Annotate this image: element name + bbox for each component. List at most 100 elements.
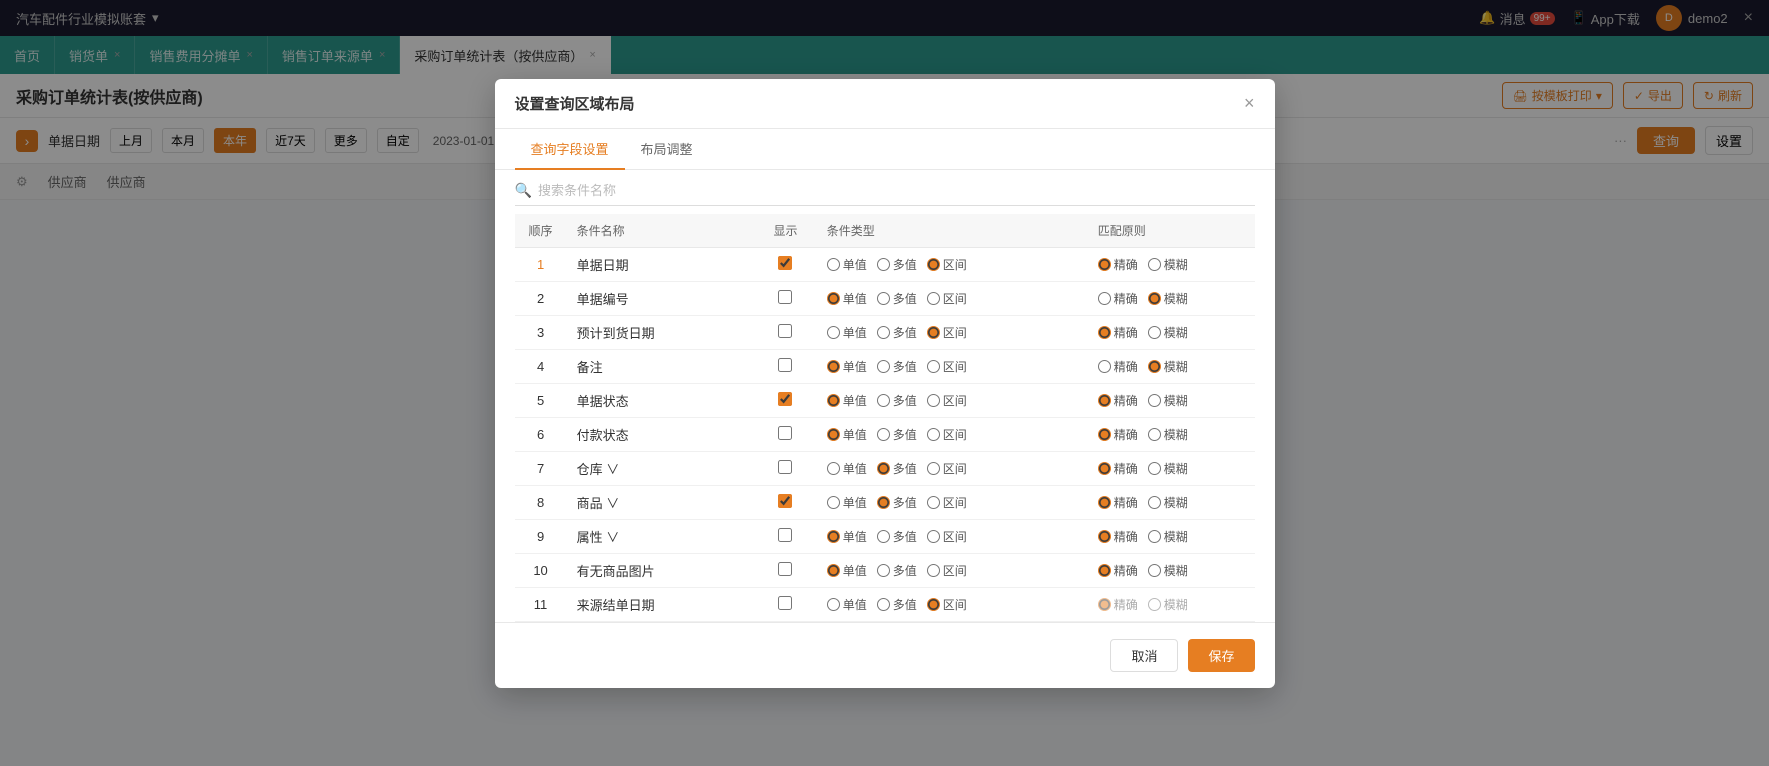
display-checkbox[interactable]	[778, 290, 792, 304]
type-radio-single[interactable]	[827, 258, 840, 271]
match-radio-label-fuzzy[interactable]: 模糊	[1148, 256, 1188, 273]
type-radio-single[interactable]	[827, 394, 840, 407]
row-display-cell[interactable]	[754, 247, 817, 281]
display-checkbox[interactable]	[778, 562, 792, 576]
row-display-cell[interactable]	[754, 553, 817, 587]
type-radio-label-single[interactable]: 单值	[827, 392, 867, 409]
type-radio-label-single[interactable]: 单值	[827, 358, 867, 375]
type-radio-single[interactable]	[827, 292, 840, 305]
display-checkbox[interactable]	[778, 392, 792, 406]
dialog-close-button[interactable]: ×	[1244, 94, 1255, 112]
display-checkbox[interactable]	[778, 256, 792, 270]
row-display-cell[interactable]	[754, 383, 817, 417]
match-radio-label-fuzzy[interactable]: 模糊	[1148, 290, 1188, 307]
type-radio-label-single[interactable]: 单值	[827, 324, 867, 341]
type-radio-multi[interactable]	[877, 564, 890, 577]
save-button[interactable]: 保存	[1188, 639, 1254, 672]
match-radio-fuzzy[interactable]	[1148, 530, 1161, 543]
type-radio-label-single[interactable]: 单值	[827, 460, 867, 477]
match-radio-exact[interactable]	[1098, 326, 1111, 339]
type-radio-multi[interactable]	[877, 598, 890, 611]
match-radio-fuzzy[interactable]	[1148, 462, 1161, 475]
type-radio-label-multi[interactable]: 多值	[877, 528, 917, 545]
match-radio-label-fuzzy[interactable]: 模糊	[1148, 562, 1188, 579]
match-radio-label-exact[interactable]: 精确	[1098, 358, 1138, 375]
type-radio-single[interactable]	[827, 428, 840, 441]
match-radio-fuzzy[interactable]	[1148, 428, 1161, 441]
match-radio-fuzzy[interactable]	[1148, 258, 1161, 271]
type-radio-label-range[interactable]: 区间	[927, 596, 967, 613]
type-radio-range[interactable]	[927, 292, 940, 305]
type-radio-label-multi[interactable]: 多值	[877, 494, 917, 511]
type-radio-single[interactable]	[827, 564, 840, 577]
row-display-cell[interactable]	[754, 417, 817, 451]
row-display-cell[interactable]	[754, 281, 817, 315]
row-display-cell[interactable]	[754, 485, 817, 519]
type-radio-multi[interactable]	[877, 496, 890, 509]
type-radio-label-single[interactable]: 单值	[827, 494, 867, 511]
match-radio-label-exact[interactable]: 精确	[1098, 392, 1138, 409]
type-radio-label-multi[interactable]: 多值	[877, 290, 917, 307]
match-radio-fuzzy[interactable]	[1148, 292, 1161, 305]
match-radio-label-fuzzy[interactable]: 模糊	[1148, 358, 1188, 375]
match-radio-exact[interactable]	[1098, 360, 1111, 373]
display-checkbox[interactable]	[778, 596, 792, 610]
match-radio-label-exact[interactable]: 精确	[1098, 460, 1138, 477]
match-radio-label-exact[interactable]: 精确	[1098, 426, 1138, 443]
type-radio-range[interactable]	[927, 530, 940, 543]
type-radio-label-single[interactable]: 单值	[827, 256, 867, 273]
type-radio-single[interactable]	[827, 598, 840, 611]
match-radio-fuzzy[interactable]	[1148, 326, 1161, 339]
type-radio-label-multi[interactable]: 多值	[877, 460, 917, 477]
type-radio-range[interactable]	[927, 496, 940, 509]
match-radio-label-exact[interactable]: 精确	[1098, 290, 1138, 307]
type-radio-label-range[interactable]: 区间	[927, 392, 967, 409]
type-radio-multi[interactable]	[877, 530, 890, 543]
row-display-cell[interactable]	[754, 349, 817, 383]
match-radio-label-fuzzy[interactable]: 模糊	[1148, 324, 1188, 341]
row-display-cell[interactable]	[754, 519, 817, 553]
type-radio-label-multi[interactable]: 多值	[877, 358, 917, 375]
match-radio-label-exact[interactable]: 精确	[1098, 494, 1138, 511]
type-radio-multi[interactable]	[877, 462, 890, 475]
display-checkbox[interactable]	[778, 494, 792, 508]
type-radio-single[interactable]	[827, 530, 840, 543]
match-radio-label-exact[interactable]: 精确	[1098, 256, 1138, 273]
type-radio-range[interactable]	[927, 564, 940, 577]
match-radio-exact[interactable]	[1098, 428, 1111, 441]
type-radio-label-single[interactable]: 单值	[827, 528, 867, 545]
display-checkbox[interactable]	[778, 460, 792, 474]
type-radio-label-multi[interactable]: 多值	[877, 562, 917, 579]
type-radio-multi[interactable]	[877, 428, 890, 441]
type-radio-label-range[interactable]: 区间	[927, 358, 967, 375]
type-radio-range[interactable]	[927, 462, 940, 475]
type-radio-multi[interactable]	[877, 258, 890, 271]
match-radio-label-exact[interactable]: 精确	[1098, 324, 1138, 341]
search-input[interactable]	[538, 183, 1255, 198]
type-radio-label-range[interactable]: 区间	[927, 290, 967, 307]
type-radio-label-single[interactable]: 单值	[827, 426, 867, 443]
match-radio-exact[interactable]	[1098, 496, 1111, 509]
type-radio-range[interactable]	[927, 258, 940, 271]
match-radio-label-exact[interactable]: 精确	[1098, 562, 1138, 579]
display-checkbox[interactable]	[778, 426, 792, 440]
type-radio-single[interactable]	[827, 326, 840, 339]
type-radio-single[interactable]	[827, 360, 840, 373]
type-radio-label-range[interactable]: 区间	[927, 562, 967, 579]
type-radio-single[interactable]	[827, 462, 840, 475]
type-radio-range[interactable]	[927, 360, 940, 373]
match-radio-exact[interactable]	[1098, 394, 1111, 407]
match-radio-exact[interactable]	[1098, 258, 1111, 271]
display-checkbox[interactable]	[778, 324, 792, 338]
row-display-cell[interactable]	[754, 451, 817, 485]
type-radio-range[interactable]	[927, 326, 940, 339]
type-radio-label-range[interactable]: 区间	[927, 460, 967, 477]
tab-layout-adjust[interactable]: 布局调整	[625, 129, 709, 170]
type-radio-multi[interactable]	[877, 326, 890, 339]
type-radio-range[interactable]	[927, 394, 940, 407]
match-radio-exact[interactable]	[1098, 564, 1111, 577]
type-radio-label-multi[interactable]: 多值	[877, 426, 917, 443]
display-checkbox[interactable]	[778, 358, 792, 372]
type-radio-label-multi[interactable]: 多值	[877, 392, 917, 409]
type-radio-single[interactable]	[827, 496, 840, 509]
